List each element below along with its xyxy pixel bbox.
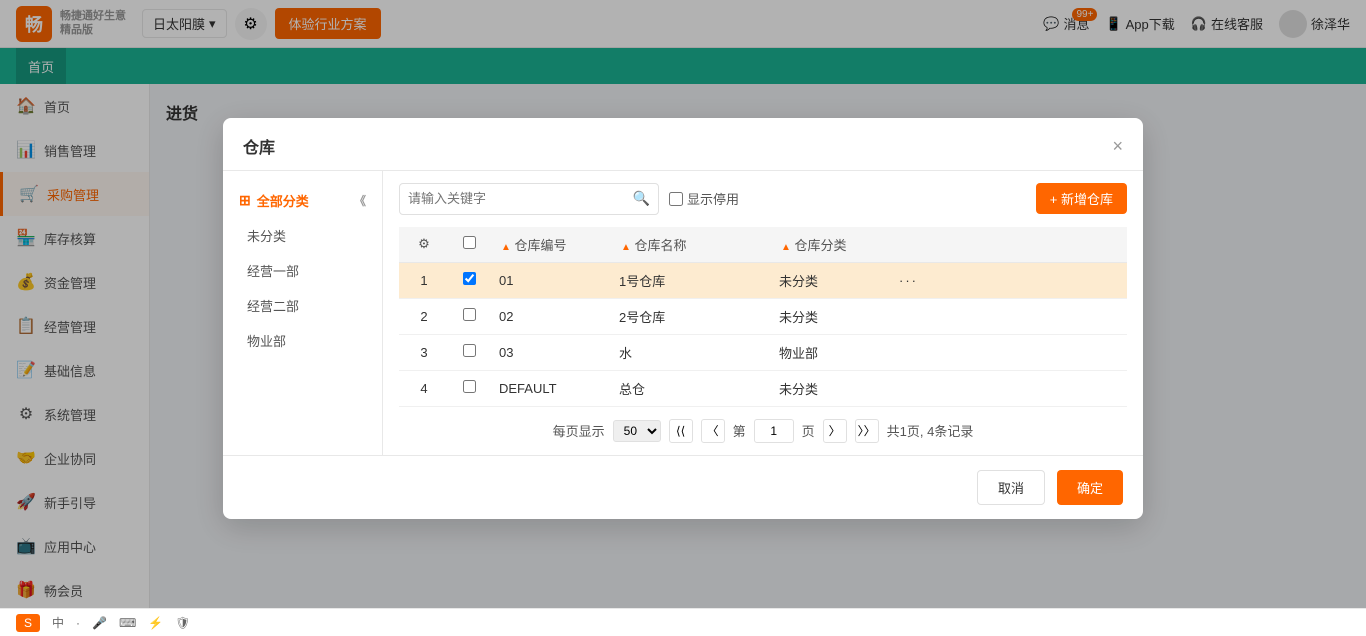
add-warehouse-button[interactable]: + 新增仓库 [1036, 183, 1127, 214]
table-area: 🔍 显示停用 + 新增仓库 ⚙ [383, 171, 1143, 455]
row-category: 未分类 [769, 298, 889, 334]
row-code: 02 [489, 298, 609, 334]
col-header-checkbox [449, 227, 489, 263]
warehouse-table: ⚙ ▲ 仓库编号 ▲ 仓库名称 [399, 227, 1127, 407]
pagination-next-button[interactable]: 〉 [823, 419, 847, 443]
search-icon[interactable]: 🔍 [633, 190, 650, 207]
row-code: 01 [489, 262, 609, 298]
row-name: 总仓 [609, 370, 769, 406]
page-number-input[interactable] [754, 419, 794, 443]
modal-footer: 取消 确定 [223, 455, 1143, 519]
row-name: 水 [609, 334, 769, 370]
row-actions[interactable] [889, 370, 1127, 406]
confirm-button[interactable]: 确定 [1057, 470, 1123, 505]
modal-header: 仓库 × [223, 118, 1143, 171]
select-all-checkbox[interactable] [463, 236, 476, 249]
col-header-settings: ⚙ [399, 227, 449, 263]
category-item-uncategorized[interactable]: 未分类 [223, 218, 382, 253]
total-info: 共1页, 4条记录 [887, 421, 974, 440]
grid-icon: ⊞ [239, 192, 251, 209]
pagination-prev-button[interactable]: 〈 [701, 419, 725, 443]
status-zh: 中 [52, 614, 64, 631]
row-checkbox[interactable] [449, 370, 489, 406]
table-row[interactable]: 2 02 2号仓库 未分类 [399, 298, 1127, 334]
row-num: 3 [399, 334, 449, 370]
status-mic: 🎤 [92, 616, 107, 630]
show-disabled-checkbox[interactable] [669, 192, 683, 206]
pagination-first-button[interactable]: ⟨⟨ [669, 419, 693, 443]
col-header-code: ▲ 仓库编号 [489, 227, 609, 263]
modal-close-button[interactable]: × [1112, 137, 1123, 155]
row-category: 物业部 [769, 334, 889, 370]
status-dot: · [76, 616, 80, 630]
modal-overlay: 仓库 × ⊞ 全部分类 《 未分类 经营一部 经营二部 [0, 0, 1366, 636]
category-item-ops1[interactable]: 经营一部 [223, 253, 382, 288]
row-checkbox[interactable] [449, 334, 489, 370]
row-name: 2号仓库 [609, 298, 769, 334]
row-checkbox[interactable] [449, 262, 489, 298]
row-category: 未分类 [769, 262, 889, 298]
page-label: 第 [733, 421, 746, 440]
row-code: 03 [489, 334, 609, 370]
warehouse-modal: 仓库 × ⊞ 全部分类 《 未分类 经营一部 经营二部 [223, 118, 1143, 519]
row-checkbox[interactable] [449, 298, 489, 334]
row-num: 2 [399, 298, 449, 334]
modal-body: ⊞ 全部分类 《 未分类 经营一部 经营二部 物业部 [223, 171, 1143, 455]
settings-icon: ⚙ [418, 236, 430, 251]
row-num: 1 [399, 262, 449, 298]
table-body: 1 01 1号仓库 未分类 ··· 2 02 2号仓库 未分类 3 03 水 物… [399, 262, 1127, 406]
show-disabled-label: 显示停用 [669, 189, 739, 208]
col-header-actions [889, 227, 1127, 263]
category-collapse-icon[interactable]: 《 [354, 192, 366, 209]
status-shield: 🛡 [175, 616, 190, 630]
status-bar: S 中 · 🎤 ⌨ ⚡ 🛡 [0, 608, 1366, 636]
table-row[interactable]: 3 03 水 物业部 [399, 334, 1127, 370]
sort-icon: ▲ [501, 242, 511, 253]
status-keyboard: ⌨ [119, 616, 136, 630]
col-header-name: ▲ 仓库名称 [609, 227, 769, 263]
page-unit: 页 [802, 421, 815, 440]
table-row[interactable]: 4 DEFAULT 总仓 未分类 [399, 370, 1127, 406]
cancel-button[interactable]: 取消 [977, 470, 1045, 505]
sort-icon-cat: ▲ [781, 242, 791, 253]
per-page-label: 每页显示 [553, 421, 605, 440]
pagination: 每页显示 50 ⟨⟨ 〈 第 页 〉 〉〉 共1页, 4条记录 [399, 419, 1127, 443]
per-page-select[interactable]: 50 [613, 420, 661, 442]
row-name: 1号仓库 [609, 262, 769, 298]
row-actions[interactable]: ··· [889, 262, 1127, 298]
sort-icon-name: ▲ [621, 242, 631, 253]
row-code: DEFAULT [489, 370, 609, 406]
category-sidebar: ⊞ 全部分类 《 未分类 经营一部 经营二部 物业部 [223, 171, 383, 455]
status-power: ⚡ [148, 616, 163, 630]
category-item-property[interactable]: 物业部 [223, 323, 382, 358]
search-input-wrap: 🔍 [399, 183, 659, 215]
row-num: 4 [399, 370, 449, 406]
category-item-ops2[interactable]: 经营二部 [223, 288, 382, 323]
all-categories-label: 全部分类 [257, 191, 309, 210]
all-categories-header[interactable]: ⊞ 全部分类 《 [223, 183, 382, 218]
table-row[interactable]: 1 01 1号仓库 未分类 ··· [399, 262, 1127, 298]
col-header-category: ▲ 仓库分类 [769, 227, 889, 263]
row-actions[interactable] [889, 298, 1127, 334]
pagination-last-button[interactable]: 〉〉 [855, 419, 879, 443]
modal-title: 仓库 [243, 134, 275, 158]
row-actions[interactable] [889, 334, 1127, 370]
status-brand-icon: S [16, 614, 40, 632]
table-toolbar: 🔍 显示停用 + 新增仓库 [399, 183, 1127, 215]
search-input[interactable] [408, 191, 633, 206]
row-category: 未分类 [769, 370, 889, 406]
